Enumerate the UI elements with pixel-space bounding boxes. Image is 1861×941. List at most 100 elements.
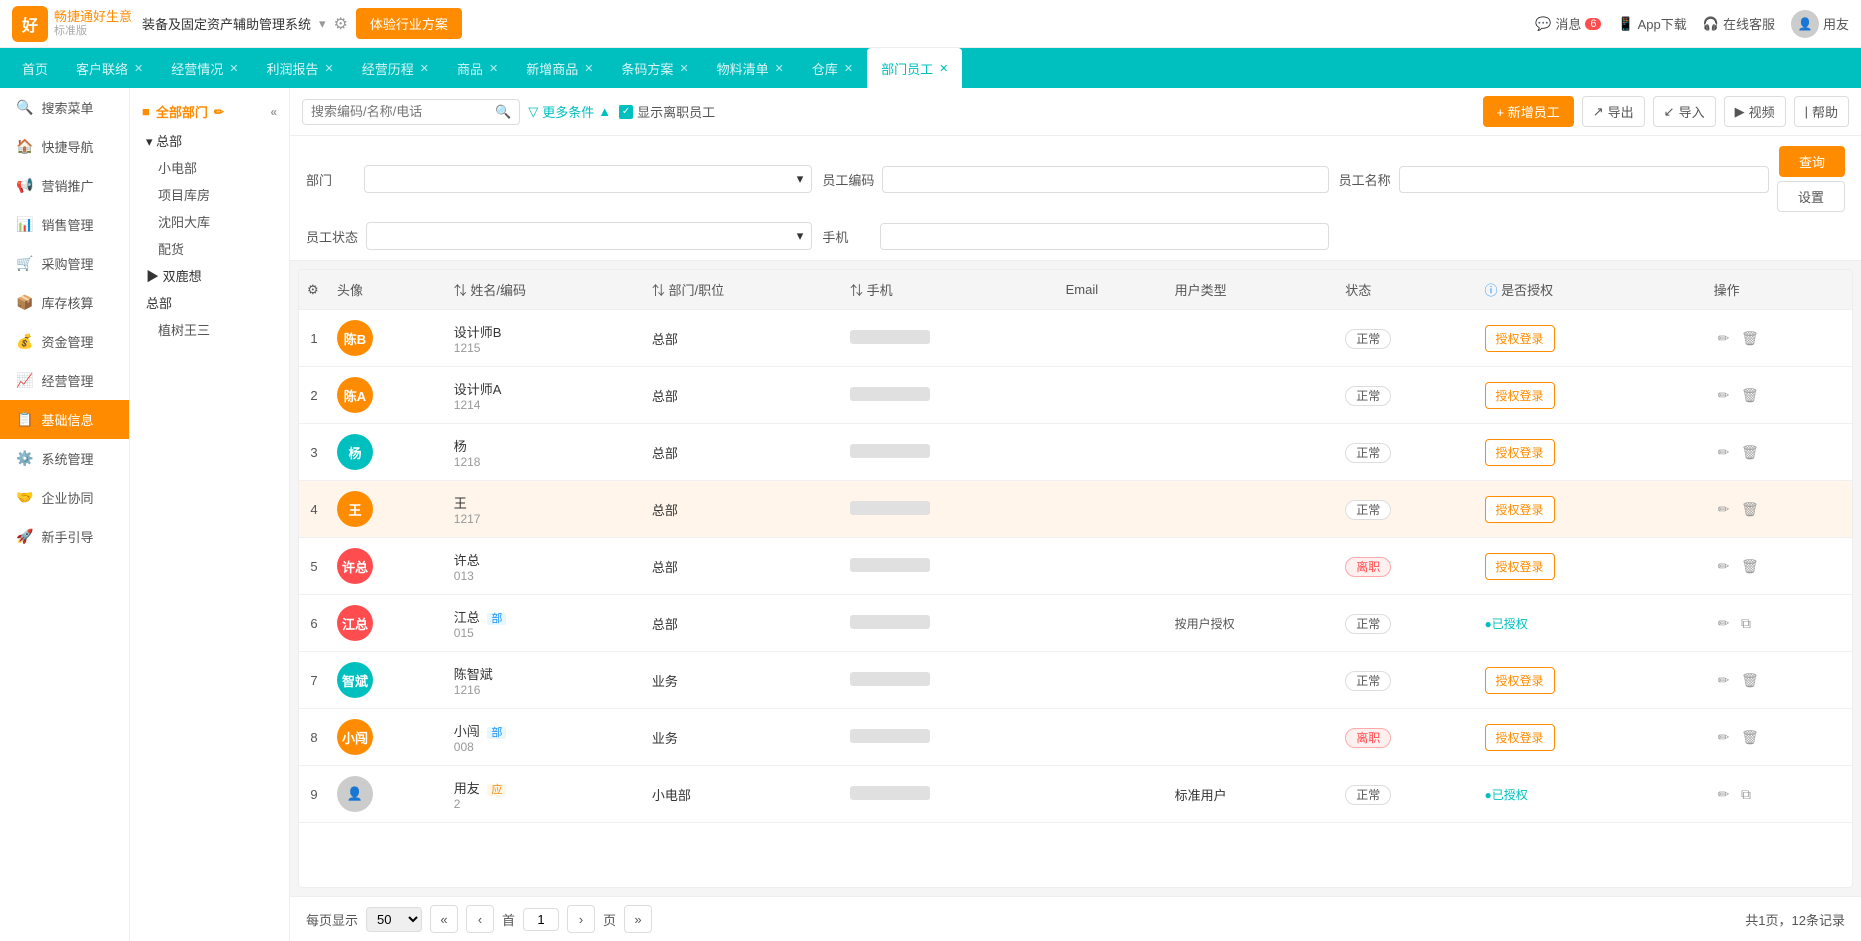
dept-filter-select[interactable]: ▾	[364, 165, 812, 193]
close-icon[interactable]: ✕	[844, 62, 853, 75]
copy-button[interactable]: ⧉	[1737, 784, 1755, 805]
delete-button[interactable]: 🗑	[1737, 328, 1763, 349]
delete-button[interactable]: 🗑	[1737, 499, 1763, 520]
import-button[interactable]: ↙ 导入	[1653, 96, 1716, 127]
message-icon-item[interactable]: 💬 消息 6	[1535, 14, 1601, 33]
sidebar-item-system[interactable]: ⚙️ 系统管理	[0, 439, 129, 478]
th-dept-position[interactable]: ⇅ 部门/职位	[644, 270, 842, 310]
show-resigned-checkbox[interactable]: ✓ 显示离职员工	[619, 102, 715, 121]
edit-button[interactable]: ✏	[1714, 556, 1734, 577]
phone-filter-input[interactable]	[880, 223, 1328, 250]
close-icon[interactable]: ✕	[584, 62, 593, 75]
page-number-input[interactable]	[523, 908, 559, 931]
set-button[interactable]: 设置	[1777, 181, 1845, 212]
dept-child-xiao-dian[interactable]: 小电部	[130, 154, 289, 181]
gear-icon[interactable]: ⚙	[334, 14, 348, 34]
tab-dept-staff[interactable]: 部门员工 ✕	[867, 48, 962, 88]
close-icon[interactable]: ✕	[679, 62, 688, 75]
dept-child-peihua[interactable]: 配货	[130, 235, 289, 262]
sidebar-item-guide[interactable]: 🚀 新手引导	[0, 517, 129, 556]
more-conditions-button[interactable]: ▽ 更多条件 ▲	[528, 102, 611, 121]
per-page-select[interactable]: 50 100	[366, 907, 422, 932]
th-name-code[interactable]: ⇅ 姓名/编码	[446, 270, 644, 310]
close-icon[interactable]: ✕	[420, 62, 429, 75]
edit-button[interactable]: ✏	[1714, 328, 1734, 349]
dept-edit-icon[interactable]: ✏	[214, 105, 224, 119]
auth-button[interactable]: 授权登录	[1485, 667, 1555, 694]
tab-warehouse[interactable]: 仓库 ✕	[798, 48, 867, 88]
next-page-button[interactable]: ›	[567, 905, 595, 933]
status-filter-select[interactable]: ▾	[366, 222, 812, 250]
help-button[interactable]: | 帮助	[1794, 96, 1849, 127]
tab-business-status[interactable]: 经营情况 ✕	[157, 48, 252, 88]
auth-button[interactable]: 授权登录	[1485, 724, 1555, 751]
sidebar-item-nav[interactable]: 🏠 快捷导航	[0, 127, 129, 166]
close-icon[interactable]: ✕	[775, 62, 784, 75]
sidebar-item-inventory[interactable]: 📦 库存核算	[0, 283, 129, 322]
system-dropdown-icon[interactable]: ▾	[319, 16, 326, 32]
prev-page-button[interactable]: ‹	[466, 905, 494, 933]
close-icon[interactable]: ✕	[489, 62, 498, 75]
close-icon[interactable]: ✕	[229, 62, 238, 75]
copy-button[interactable]: ⧉	[1737, 613, 1755, 634]
th-settings[interactable]: ⚙	[299, 270, 329, 310]
delete-button[interactable]: 🗑	[1737, 385, 1763, 406]
auth-button[interactable]: 授权登录	[1485, 382, 1555, 409]
dept-child-project[interactable]: 项目库房	[130, 181, 289, 208]
query-button[interactable]: 查询	[1779, 146, 1845, 177]
edit-button[interactable]: ✏	[1714, 670, 1734, 691]
try-solution-button[interactable]: 体验行业方案	[356, 8, 462, 39]
dept-child-shenyang[interactable]: 沈阳大库	[130, 208, 289, 235]
close-icon[interactable]: ✕	[939, 62, 948, 75]
edit-button[interactable]: ✏	[1714, 442, 1734, 463]
export-button[interactable]: ↗ 导出	[1582, 96, 1645, 127]
sidebar-item-basic-info[interactable]: 📋 基础信息	[0, 400, 129, 439]
dept-group-zongbu2[interactable]: 总部	[130, 289, 289, 316]
tab-history[interactable]: 经营历程 ✕	[348, 48, 443, 88]
dept-child-zhishu[interactable]: 植树王三	[130, 316, 289, 343]
sidebar-item-sales[interactable]: 📊 销售管理	[0, 205, 129, 244]
search-icon[interactable]: 🔍	[495, 104, 511, 120]
sidebar-item-marketing[interactable]: 📢 营销推广	[0, 166, 129, 205]
th-phone[interactable]: ⇅ 手机	[842, 270, 1058, 310]
tab-goods[interactable]: 商品 ✕	[443, 48, 512, 88]
tab-new-goods[interactable]: 新增商品 ✕	[512, 48, 607, 88]
edit-button[interactable]: ✏	[1714, 499, 1734, 520]
tab-home[interactable]: 首页	[8, 48, 62, 88]
user-avatar-item[interactable]: 👤 用友	[1791, 10, 1849, 38]
empcode-filter-input[interactable]	[882, 166, 1328, 193]
add-employee-button[interactable]: + 新增员工	[1483, 96, 1574, 127]
dept-group-shuanglu[interactable]: ▶ 双鹿想	[130, 262, 289, 289]
sidebar-item-purchase[interactable]: 🛒 采购管理	[0, 244, 129, 283]
dept-collapse-icon[interactable]: «	[270, 105, 277, 119]
search-input[interactable]	[311, 104, 491, 119]
tab-bom[interactable]: 物料清单 ✕	[703, 48, 798, 88]
sidebar-item-finance[interactable]: 💰 资金管理	[0, 322, 129, 361]
tab-profit[interactable]: 利润报告 ✕	[252, 48, 347, 88]
auth-button[interactable]: 授权登录	[1485, 553, 1555, 580]
close-icon[interactable]: ✕	[325, 62, 334, 75]
delete-button[interactable]: 🗑	[1737, 556, 1763, 577]
first-page-button[interactable]: «	[430, 905, 458, 933]
sidebar-item-collab[interactable]: 🤝 企业协同	[0, 478, 129, 517]
sidebar-item-search[interactable]: 🔍 搜索菜单	[0, 88, 129, 127]
tab-customer[interactable]: 客户联络 ✕	[62, 48, 157, 88]
view-button[interactable]: ▶ 视频	[1724, 96, 1786, 127]
edit-button[interactable]: ✏	[1714, 613, 1734, 634]
tab-barcode[interactable]: 条码方案 ✕	[607, 48, 702, 88]
edit-button[interactable]: ✏	[1714, 385, 1734, 406]
online-service-item[interactable]: 🎧 在线客服	[1703, 14, 1775, 33]
empname-filter-input[interactable]	[1399, 166, 1769, 193]
delete-button[interactable]: 🗑	[1737, 442, 1763, 463]
edit-button[interactable]: ✏	[1714, 727, 1734, 748]
edit-button[interactable]: ✏	[1714, 784, 1734, 805]
auth-button[interactable]: 授权登录	[1485, 439, 1555, 466]
delete-button[interactable]: 🗑	[1737, 727, 1763, 748]
app-download-item[interactable]: 📱 App下载	[1617, 14, 1686, 33]
last-page-button[interactable]: »	[624, 905, 652, 933]
auth-button[interactable]: 授权登录	[1485, 325, 1555, 352]
auth-button[interactable]: 授权登录	[1485, 496, 1555, 523]
sidebar-item-operation[interactable]: 📈 经营管理	[0, 361, 129, 400]
delete-button[interactable]: 🗑	[1737, 670, 1763, 691]
dept-group-label[interactable]: ▾ 总部	[130, 127, 289, 154]
